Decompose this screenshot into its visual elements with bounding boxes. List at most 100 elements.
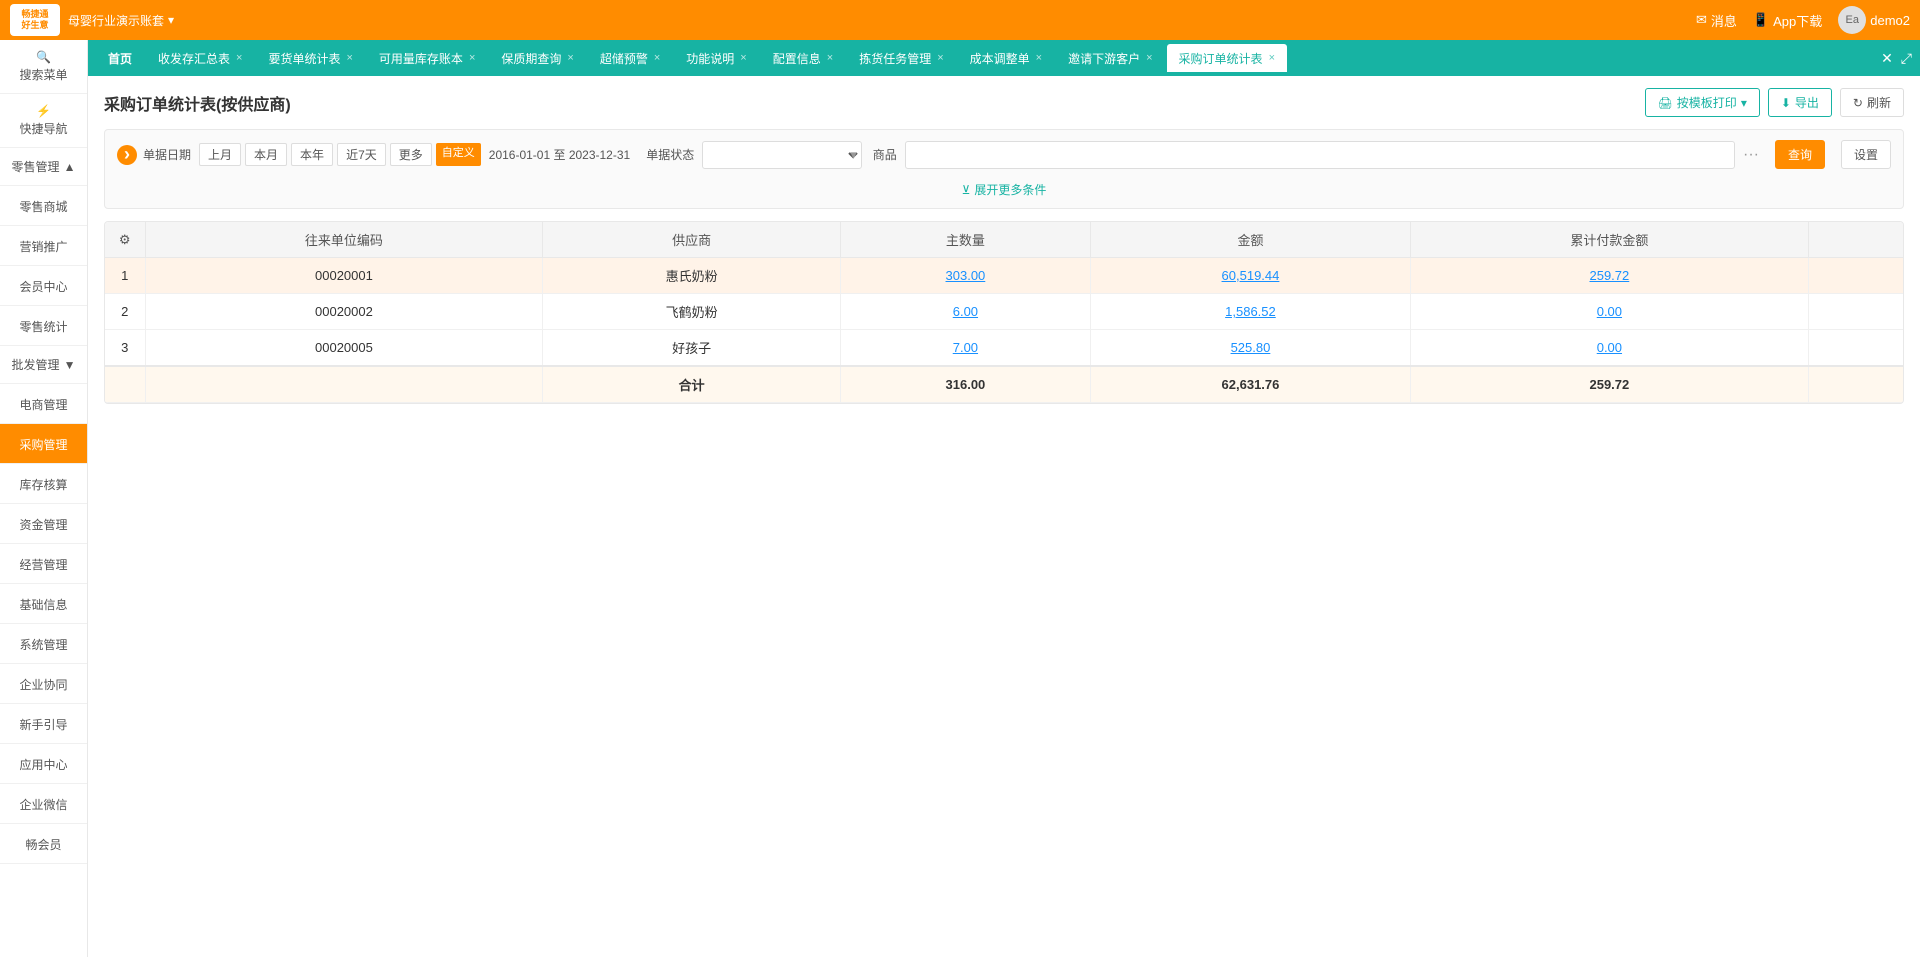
goods-filter: 商品 ··· bbox=[873, 141, 1759, 169]
user-avatar-btn[interactable]: Ea demo2 bbox=[1838, 6, 1910, 34]
tab-invite[interactable]: 邀请下游客户 × bbox=[1056, 44, 1164, 72]
tab-purchase-stat[interactable]: 要货单统计表 × bbox=[256, 44, 364, 72]
print-btn[interactable]: 🖨 按模板打印 ▾ bbox=[1645, 88, 1760, 117]
page-header: 采购订单统计表(按供应商) 🖨 按模板打印 ▾ ⬇ 导出 ↻ bbox=[104, 88, 1904, 117]
content-area: 首页 收发存汇总表 × 要货单统计表 × 可用量库存账本 × 保质期查询 × 超… bbox=[88, 40, 1920, 957]
message-icon-btn[interactable]: ✉ 消息 bbox=[1696, 11, 1737, 30]
window-close-btn[interactable]: ✕ bbox=[1881, 50, 1893, 67]
row-index: 1 bbox=[105, 258, 145, 294]
tab-expiry[interactable]: 保质期查询 × bbox=[489, 44, 585, 72]
close-icon[interactable]: × bbox=[654, 52, 660, 64]
chevron-down-icon: ▾ bbox=[168, 13, 174, 27]
download-icon: 📱 bbox=[1753, 12, 1769, 28]
message-icon: ✉ bbox=[1696, 12, 1707, 28]
refresh-btn[interactable]: ↻ 刷新 bbox=[1840, 88, 1904, 117]
goods-label: 商品 bbox=[873, 146, 897, 163]
sidebar-item-inventory-check[interactable]: 库存核算 bbox=[0, 464, 87, 504]
tab-function[interactable]: 功能说明 × bbox=[674, 44, 758, 72]
row-supplier: 好孩子 bbox=[543, 330, 840, 367]
main-layout: 🔍 搜索菜单 ⚡ 快捷导航 零售管理 ▲ 零售商城 营销推广 会员中心 零售统计… bbox=[0, 40, 1920, 957]
close-icon[interactable]: × bbox=[346, 52, 352, 64]
settings-filter-btn[interactable]: 设置 bbox=[1841, 140, 1891, 169]
filter-collapse-btn[interactable]: › bbox=[117, 145, 137, 165]
tab-collect[interactable]: 收发存汇总表 × bbox=[146, 44, 254, 72]
footer-quantity: 316.00 bbox=[840, 366, 1090, 403]
sidebar-item-basic[interactable]: 基础信息 bbox=[0, 584, 87, 624]
sidebar-item-app-center[interactable]: 应用中心 bbox=[0, 744, 87, 784]
custom-date-badge: 自定义 bbox=[436, 143, 481, 166]
more-dates-btn[interactable]: 更多 bbox=[390, 143, 432, 166]
close-icon[interactable]: × bbox=[740, 52, 746, 64]
row-supplier: 惠氏奶粉 bbox=[543, 258, 840, 294]
more-options-icon[interactable]: ··· bbox=[1743, 146, 1759, 164]
tab-home[interactable]: 首页 bbox=[96, 44, 144, 72]
row-paid: 0.00 bbox=[1410, 330, 1808, 367]
row-amount: 1,586.52 bbox=[1090, 294, 1410, 330]
date-filter: 单据日期 上月 本月 本年 近7天 更多 自定义 2016-01-01 至 20… bbox=[143, 143, 630, 166]
sidebar-item-quick-nav[interactable]: ⚡ 快捷导航 bbox=[0, 94, 87, 148]
sidebar-item-new-guide[interactable]: 新手引导 bbox=[0, 704, 87, 744]
close-icon[interactable]: × bbox=[469, 52, 475, 64]
tab-pick-task[interactable]: 拣货任务管理 × bbox=[847, 44, 955, 72]
footer-paid: 259.72 bbox=[1410, 366, 1808, 403]
sidebar-item-member[interactable]: 会员中心 bbox=[0, 266, 87, 306]
goods-input[interactable] bbox=[905, 141, 1735, 169]
sidebar-item-retail-stat[interactable]: 零售统计 bbox=[0, 306, 87, 346]
close-icon[interactable]: × bbox=[1269, 52, 1275, 64]
tab-cost-adjust[interactable]: 成本调整单 × bbox=[958, 44, 1054, 72]
sidebar-item-marketing[interactable]: 营销推广 bbox=[0, 226, 87, 266]
row-code: 00020005 bbox=[145, 330, 543, 367]
status-select[interactable] bbox=[702, 141, 862, 169]
close-icon[interactable]: × bbox=[827, 52, 833, 64]
table-row[interactable]: 2 00020002 飞鹤奶粉 6.00 1,586.52 0.00 bbox=[105, 294, 1903, 330]
column-settings[interactable]: ⚙ bbox=[105, 222, 145, 258]
sidebar-item-member2[interactable]: 畅会员 bbox=[0, 824, 87, 864]
sidebar-item-retail[interactable]: 零售管理 ▲ bbox=[0, 148, 87, 186]
page-content: 采购订单统计表(按供应商) 🖨 按模板打印 ▾ ⬇ 导出 ↻ bbox=[88, 76, 1920, 957]
tab-config[interactable]: 配置信息 × bbox=[761, 44, 845, 72]
sidebar-item-finance[interactable]: 资金管理 bbox=[0, 504, 87, 544]
tab-purchase-order-stat[interactable]: 采购订单统计表 × bbox=[1167, 44, 1287, 72]
row-quantity: 6.00 bbox=[840, 294, 1090, 330]
export-icon: ⬇ bbox=[1781, 96, 1791, 110]
column-code: 往来单位编码 bbox=[145, 222, 543, 258]
sidebar-item-system[interactable]: 系统管理 bbox=[0, 624, 87, 664]
last-7-days-btn[interactable]: 近7天 bbox=[337, 143, 386, 166]
sidebar-item-operation[interactable]: 经营管理 bbox=[0, 544, 87, 584]
close-icon[interactable]: × bbox=[236, 52, 242, 64]
export-btn[interactable]: ⬇ 导出 bbox=[1768, 88, 1832, 117]
sidebar-item-search[interactable]: 🔍 搜索菜单 bbox=[0, 40, 87, 94]
sidebar-item-enterprise[interactable]: 企业协同 bbox=[0, 664, 87, 704]
avatar: Ea bbox=[1838, 6, 1866, 34]
sidebar-item-wechat[interactable]: 企业微信 bbox=[0, 784, 87, 824]
quick-nav-icon: ⚡ bbox=[4, 104, 83, 118]
close-icon[interactable]: × bbox=[937, 52, 943, 64]
column-empty bbox=[1808, 222, 1903, 258]
sidebar-item-wholesale[interactable]: 批发管理 ▼ bbox=[0, 346, 87, 384]
sidebar-item-ecommerce[interactable]: 电商管理 bbox=[0, 384, 87, 424]
date-label: 单据日期 bbox=[143, 146, 191, 163]
close-icon[interactable]: × bbox=[567, 52, 573, 64]
close-icon[interactable]: × bbox=[1146, 52, 1152, 64]
workspace-selector[interactable]: 母婴行业演示账套 ▾ bbox=[68, 12, 174, 29]
filter-area: › 单据日期 上月 本月 本年 近7天 更多 自定义 bbox=[104, 129, 1904, 209]
expand-down-icon: ⊻ bbox=[962, 183, 971, 197]
expand-more-btn[interactable]: ⊻ 展开更多条件 bbox=[962, 181, 1047, 198]
table-row[interactable]: 3 00020005 好孩子 7.00 525.80 0.00 bbox=[105, 330, 1903, 367]
sidebar-item-retail-shop[interactable]: 零售商城 bbox=[0, 186, 87, 226]
close-icon[interactable]: × bbox=[1036, 52, 1042, 64]
query-btn[interactable]: 查询 bbox=[1775, 140, 1825, 169]
top-bar-left: 畅捷通 好生意 母婴行业演示账套 ▾ bbox=[10, 4, 174, 36]
this-year-btn[interactable]: 本年 bbox=[291, 143, 333, 166]
window-maximize-btn[interactable]: ⤢ bbox=[1901, 50, 1912, 67]
tab-overstock[interactable]: 超储预警 × bbox=[588, 44, 672, 72]
last-month-btn[interactable]: 上月 bbox=[199, 143, 241, 166]
tab-inventory[interactable]: 可用量库存账本 × bbox=[367, 44, 487, 72]
this-month-btn[interactable]: 本月 bbox=[245, 143, 287, 166]
row-supplier: 飞鹤奶粉 bbox=[543, 294, 840, 330]
table-row[interactable]: 1 00020001 惠氏奶粉 303.00 60,519.44 259.72 bbox=[105, 258, 1903, 294]
sidebar-item-purchase[interactable]: 采购管理 bbox=[0, 424, 87, 464]
refresh-icon: ↻ bbox=[1853, 96, 1863, 110]
app-download-btn[interactable]: 📱 App下载 bbox=[1753, 11, 1822, 30]
row-paid: 259.72 bbox=[1410, 258, 1808, 294]
